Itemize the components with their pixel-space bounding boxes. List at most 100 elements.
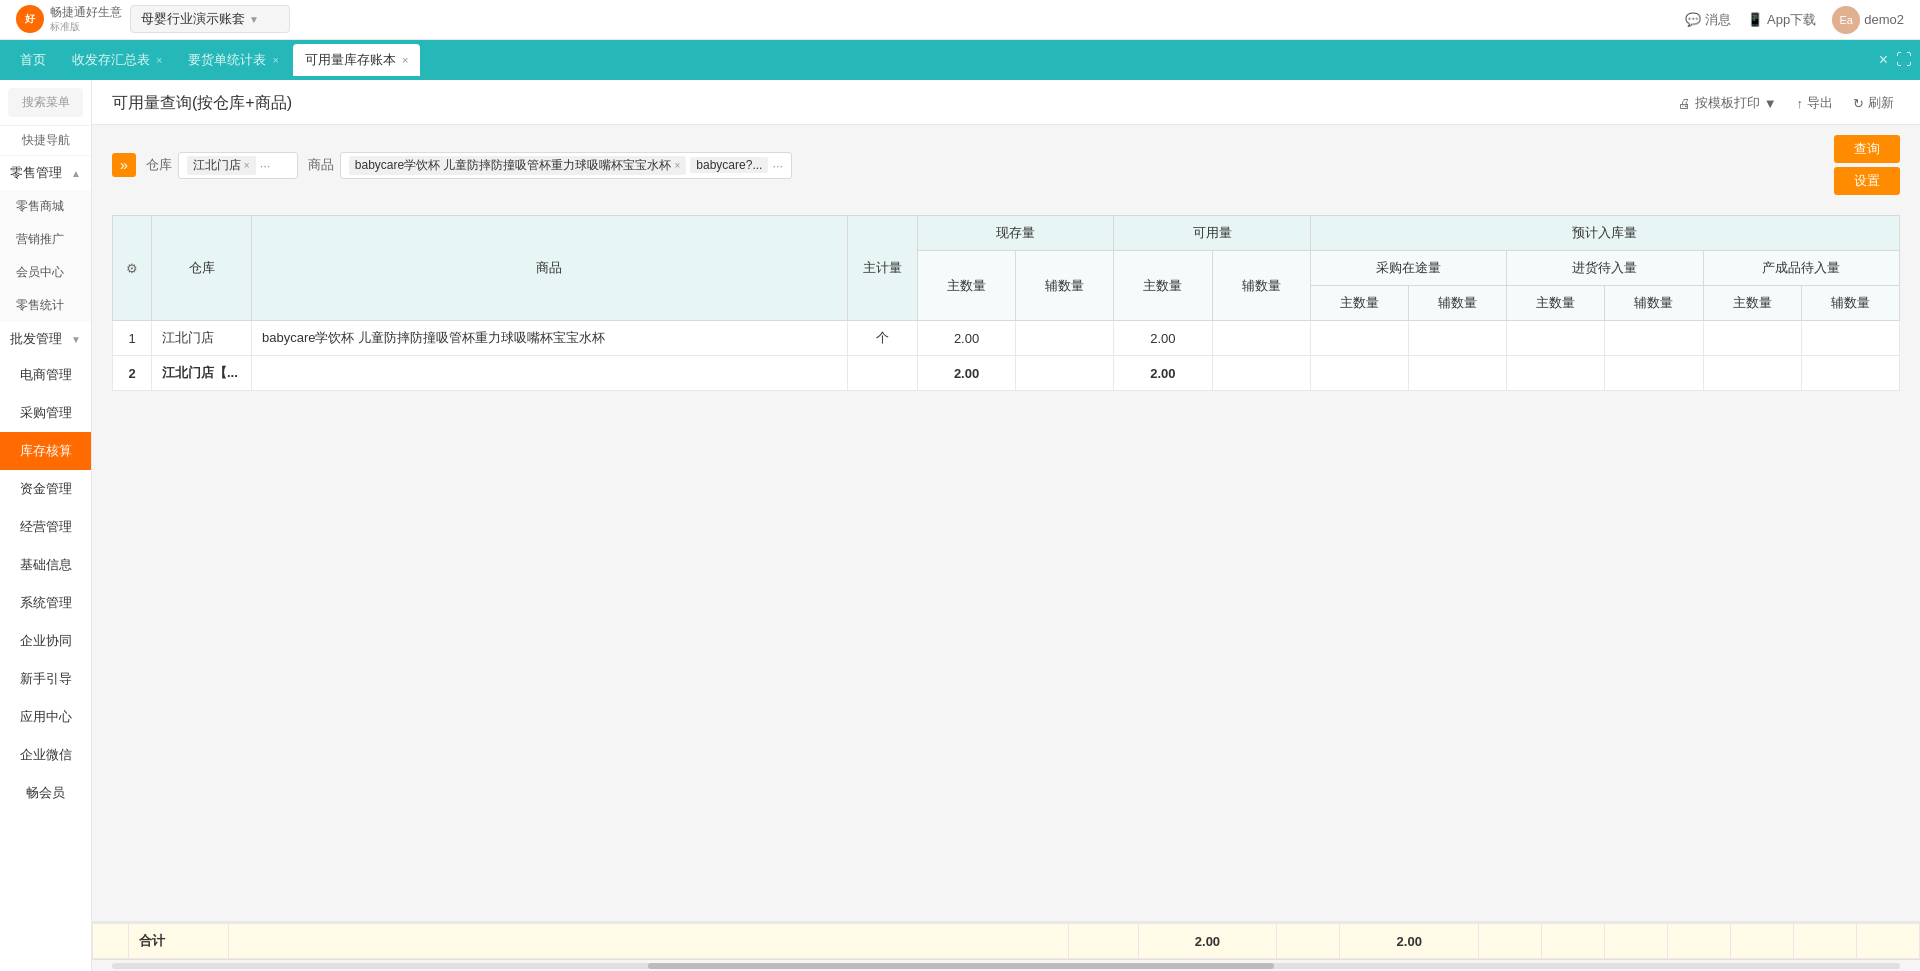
- cell-warehouse-1: 江北门店: [152, 321, 252, 356]
- refresh-icon: ↻: [1853, 96, 1864, 111]
- sidebar-item-retail-mgmt[interactable]: 零售管理 ▲: [0, 156, 91, 190]
- cell-seq-2: 2: [113, 356, 152, 391]
- warehouse-more-icon[interactable]: ···: [260, 158, 271, 173]
- col-stock-header: 现存量: [917, 216, 1113, 251]
- avatar: Ea: [1832, 6, 1860, 34]
- print-icon: 🖨: [1678, 96, 1691, 111]
- cell-incoming-main-1: [1507, 321, 1605, 356]
- export-label: 导出: [1807, 94, 1833, 112]
- close-all-tabs-button[interactable]: ×: [1879, 51, 1888, 69]
- sidebar-item-retail-mall[interactable]: 零售商城: [0, 190, 91, 223]
- sidebar-item-wechat[interactable]: 企业微信: [0, 736, 91, 774]
- tab-inventory-label: 可用量库存账本: [305, 51, 396, 69]
- query-button[interactable]: 查询: [1834, 135, 1900, 163]
- cell-avail-aux-2: [1212, 356, 1310, 391]
- org-selector[interactable]: 母婴行业演示账套 ▼: [130, 5, 290, 33]
- home-label: 首页: [20, 51, 46, 69]
- footer-avail-main: 2.00: [1340, 924, 1479, 959]
- chevron-icon: ▲: [71, 168, 81, 179]
- sidebar-item-collab[interactable]: 企业协同: [0, 622, 91, 660]
- page-title: 可用量查询(按仓库+商品): [112, 93, 292, 114]
- table-row: 2 江北门店【... 2.00 2.00: [113, 356, 1900, 391]
- table-row: 1 江北门店 babycare学饮杯 儿童防摔防撞吸管杯重力球吸嘴杯宝宝水杯 个…: [113, 321, 1900, 356]
- col-product-aux: 辅数量: [1801, 286, 1899, 321]
- sidebar-item-batch-mgmt[interactable]: 批发管理 ▼: [0, 322, 91, 356]
- table-body: 1 江北门店 babycare学饮杯 儿童防摔防撞吸管杯重力球吸嘴杯宝宝水杯 个…: [113, 321, 1900, 391]
- cell-product-main-1: [1703, 321, 1801, 356]
- cell-stock-main-2: 2.00: [917, 356, 1015, 391]
- app-label: App下载: [1767, 11, 1816, 29]
- search-menu-button[interactable]: 搜索菜单: [8, 88, 83, 117]
- cell-stock-aux-1: [1016, 321, 1114, 356]
- tab-inventory-close[interactable]: ×: [402, 54, 408, 66]
- col-stock-aux: 辅数量: [1016, 251, 1114, 321]
- org-name: 母婴行业演示账套: [141, 10, 245, 28]
- footer-purchase-aux: [1605, 924, 1668, 959]
- top-bar: 好 畅捷通好生意 标准版 母婴行业演示账套 ▼ 💬 消息 📱 App下载 Ea …: [0, 0, 1920, 40]
- tab-income-close[interactable]: ×: [156, 54, 162, 66]
- cell-avail-main-1: 2.00: [1114, 321, 1212, 356]
- sidebar-sub-retail: 零售商城 营销推广 会员中心 零售统计: [0, 190, 91, 322]
- product-tag-2-text: babycare?...: [696, 158, 762, 172]
- export-button[interactable]: ↑ 导出: [1791, 90, 1840, 116]
- fullscreen-button[interactable]: ⛶: [1896, 51, 1912, 69]
- user-area[interactable]: Ea demo2: [1832, 6, 1904, 34]
- scrollbar-thumb: [648, 963, 1274, 969]
- chevron-down-print-icon: ▼: [1764, 96, 1777, 111]
- sidebar-item-marketing[interactable]: 营销推广: [0, 223, 91, 256]
- tab-order[interactable]: 要货单统计表 ×: [176, 44, 290, 76]
- product-input[interactable]: babycare学饮杯 儿童防摔防撞吸管杯重力球吸嘴杯宝宝水杯 × babyca…: [340, 152, 792, 179]
- tab-order-close[interactable]: ×: [272, 54, 278, 66]
- cell-unit-2: [847, 356, 917, 391]
- refresh-button[interactable]: ↻ 刷新: [1847, 90, 1900, 116]
- logo-icon: 好: [16, 5, 44, 33]
- sidebar-item-guide[interactable]: 新手引导: [0, 660, 91, 698]
- print-button[interactable]: 🖨 按模板打印 ▼: [1672, 90, 1783, 116]
- filter-expand-button[interactable]: »: [112, 153, 136, 177]
- main-layout: 搜索菜单 快捷导航 零售管理 ▲ 零售商城 营销推广 会员中心 零售统计 批发管…: [0, 80, 1920, 971]
- logo-sub: 标准版: [50, 20, 122, 34]
- tab-income[interactable]: 收发存汇总表 ×: [60, 44, 174, 76]
- settings-button[interactable]: 设置: [1834, 167, 1900, 195]
- tab-inventory[interactable]: 可用量库存账本 ×: [293, 44, 420, 76]
- sidebar-item-vip[interactable]: 畅会员: [0, 774, 91, 812]
- sidebar-item-retail-stats[interactable]: 零售统计: [0, 289, 91, 322]
- warehouse-filter-group: 仓库 江北门店 × ···: [146, 152, 298, 179]
- sidebar-item-appstore[interactable]: 应用中心: [0, 698, 91, 736]
- warehouse-tag-remove[interactable]: ×: [244, 160, 250, 171]
- logo-text: 畅捷通好生意: [50, 5, 122, 19]
- product-tag-1: babycare学饮杯 儿童防摔防撞吸管杯重力球吸嘴杯宝宝水杯 ×: [349, 156, 687, 175]
- horizontal-scrollbar[interactable]: [112, 963, 1900, 969]
- footer-empty-2: [229, 924, 1069, 959]
- app-download-button[interactable]: 📱 App下载: [1747, 11, 1816, 29]
- product-tag-1-remove[interactable]: ×: [675, 160, 681, 171]
- sidebar-quick-nav[interactable]: 快捷导航: [0, 126, 91, 156]
- top-bar-left: 好 畅捷通好生意 标准版 母婴行业演示账套 ▼: [16, 5, 290, 33]
- refresh-label: 刷新: [1868, 94, 1894, 112]
- sidebar-item-ops[interactable]: 经营管理: [0, 508, 91, 546]
- col-purchase-aux: 辅数量: [1408, 286, 1506, 321]
- sidebar-search-area: 搜索菜单: [0, 80, 91, 126]
- col-incoming-aux: 辅数量: [1605, 286, 1703, 321]
- sidebar-item-purchase[interactable]: 采购管理: [0, 394, 91, 432]
- message-button[interactable]: 💬 消息: [1685, 11, 1731, 29]
- col-settings-header[interactable]: ⚙: [113, 216, 152, 321]
- sidebar-item-basic[interactable]: 基础信息: [0, 546, 91, 584]
- warehouse-input[interactable]: 江北门店 × ···: [178, 152, 298, 179]
- nav-tabs-right: × ⛶: [1879, 51, 1912, 69]
- product-more-icon[interactable]: ···: [772, 158, 783, 173]
- cell-stock-aux-2: [1016, 356, 1114, 391]
- settings-icon: ⚙: [123, 259, 141, 277]
- print-label: 按模板打印: [1695, 94, 1760, 112]
- sidebar-item-member[interactable]: 会员中心: [0, 256, 91, 289]
- sidebar-item-finance[interactable]: 资金管理: [0, 470, 91, 508]
- footer-incoming-aux: [1731, 924, 1794, 959]
- sidebar-item-ecommerce[interactable]: 电商管理: [0, 356, 91, 394]
- cell-purchase-main-1: [1310, 321, 1408, 356]
- tab-home[interactable]: 首页: [8, 44, 58, 76]
- col-purchase-header: 采购在途量: [1310, 251, 1506, 286]
- sidebar-item-inventory[interactable]: 库存核算: [0, 432, 91, 470]
- sidebar-item-sys[interactable]: 系统管理: [0, 584, 91, 622]
- footer-row: 合计 2.00 2.00: [93, 924, 1920, 959]
- product-filter-label: 商品: [308, 156, 334, 174]
